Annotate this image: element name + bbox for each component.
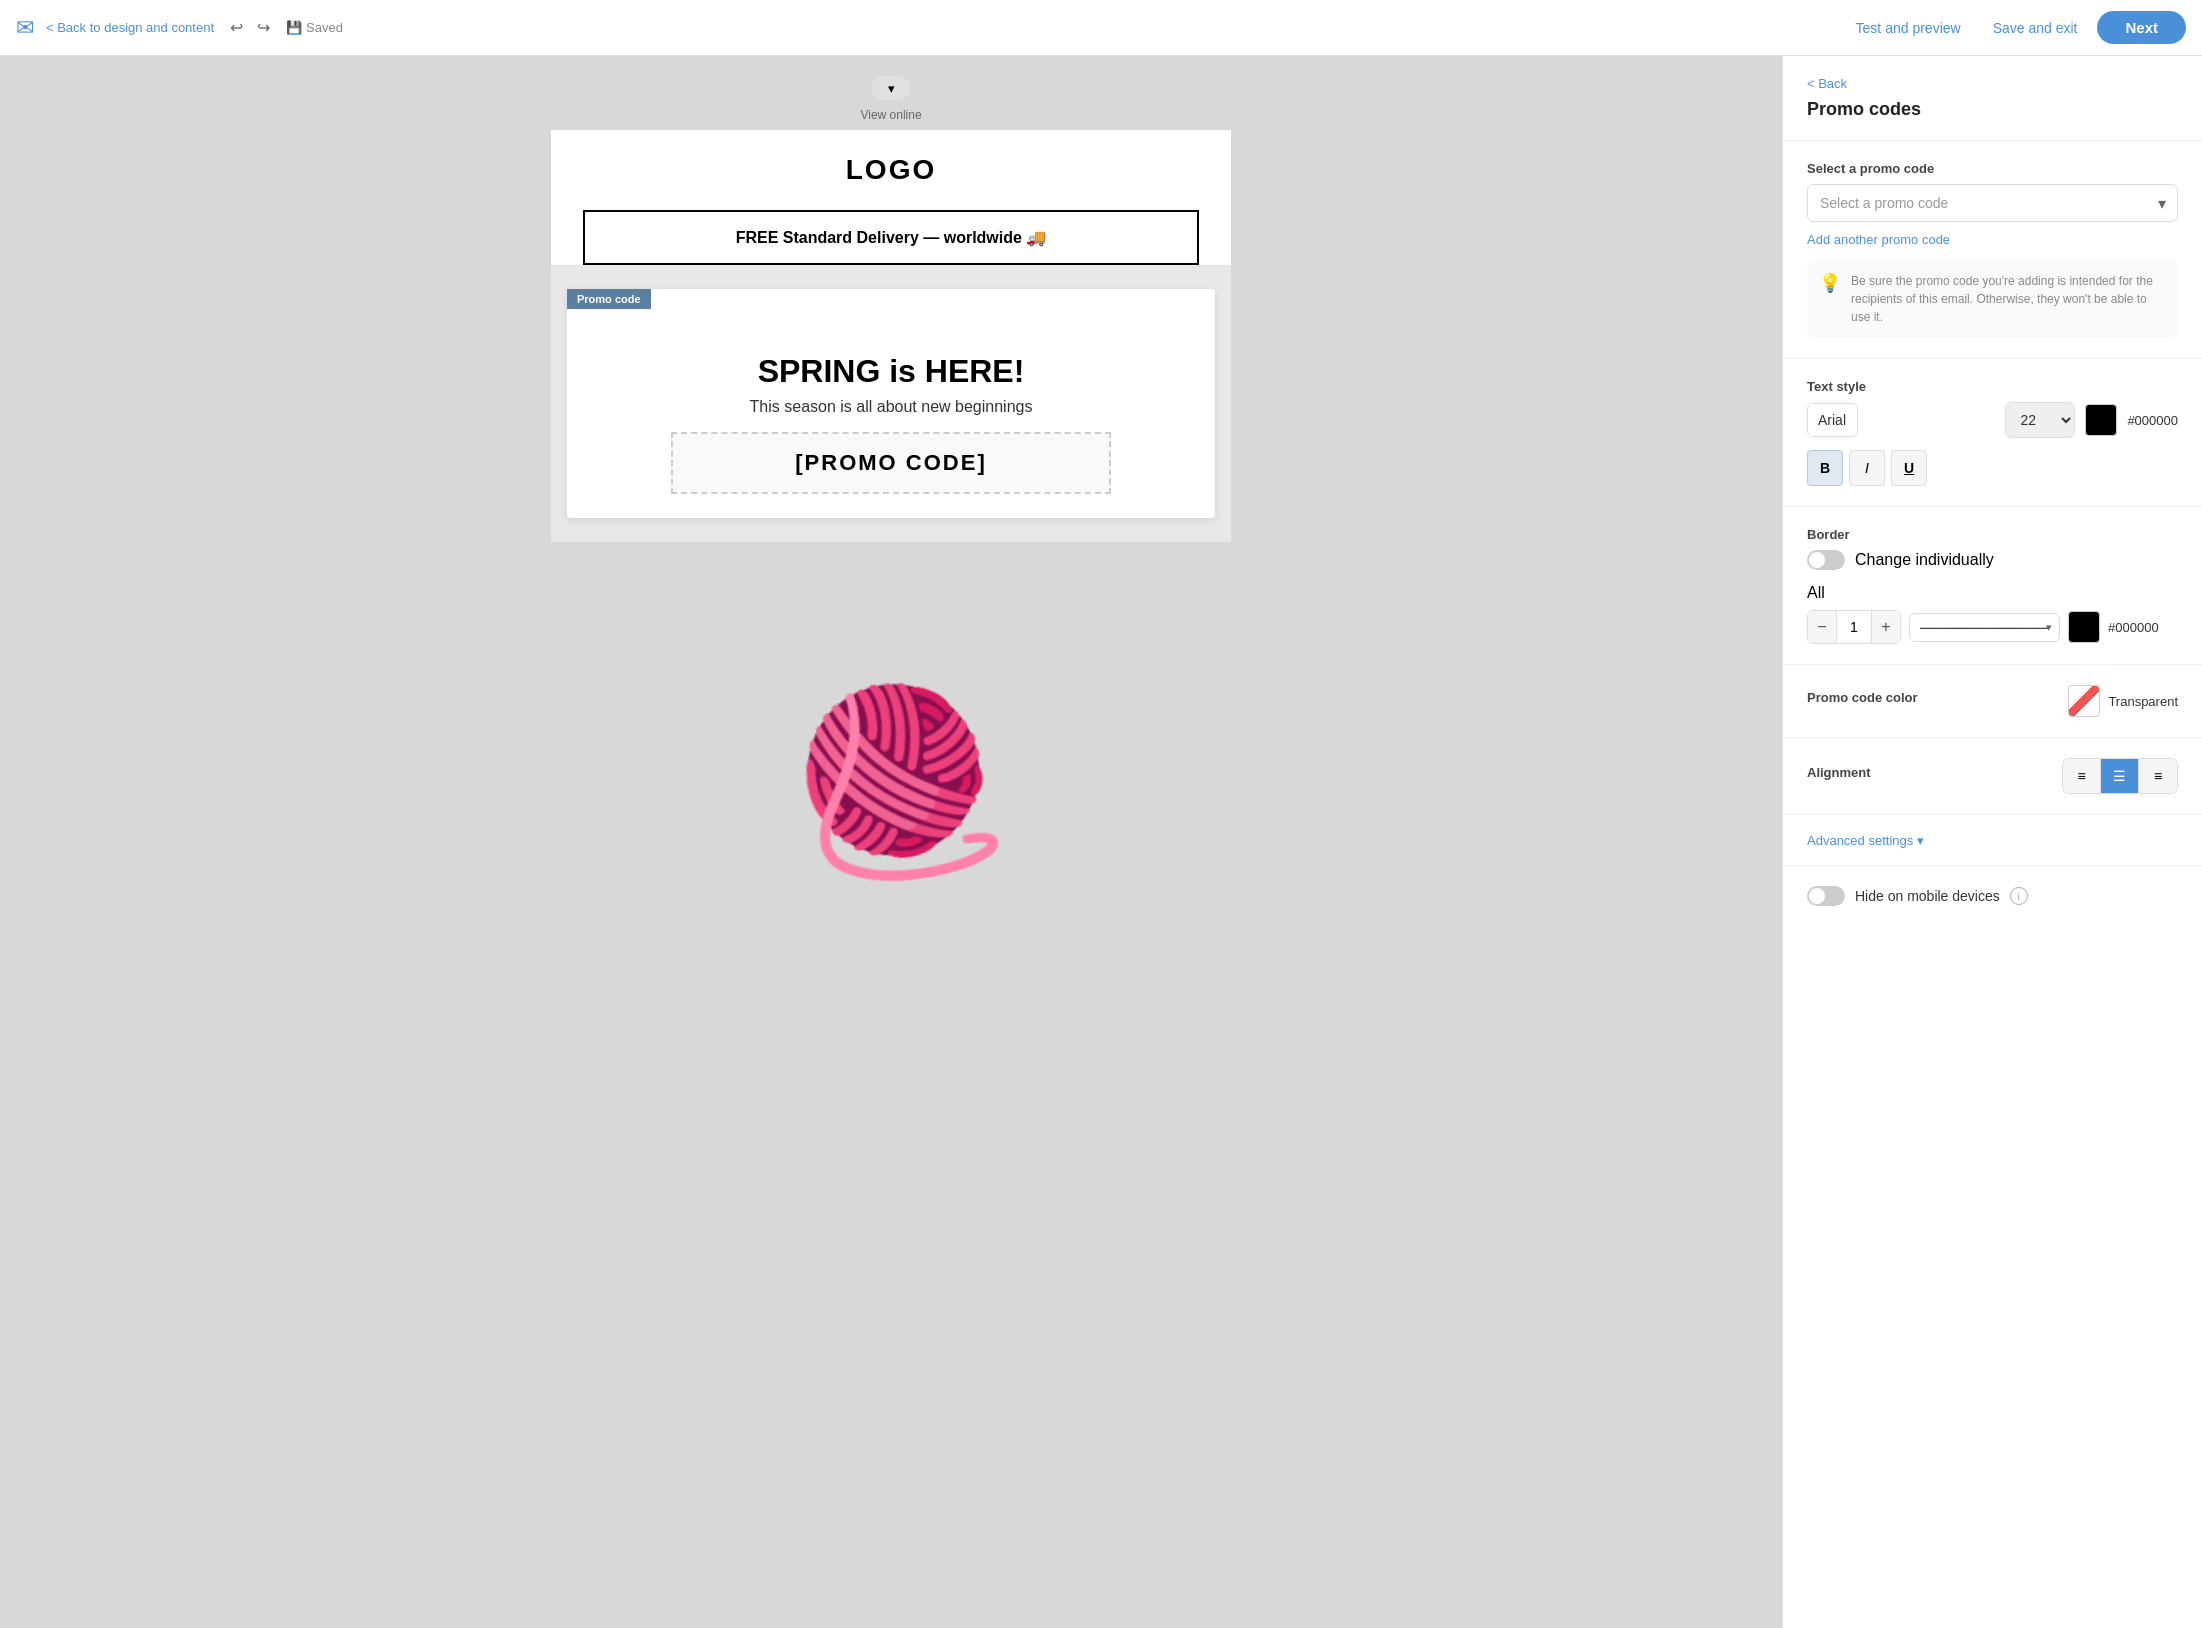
- change-individually-toggle[interactable]: [1807, 550, 1845, 570]
- font-select[interactable]: Arial: [1807, 403, 1858, 437]
- advanced-settings: Advanced settings ▾: [1783, 815, 2202, 866]
- font-size-select[interactable]: 22: [2005, 402, 2075, 438]
- email-icon: ✉: [16, 15, 34, 41]
- border-controls: − 1 + ────────────── - - - - - - - · · ·…: [1807, 610, 2159, 644]
- spring-heading: SPRING is HERE!: [591, 353, 1191, 390]
- border-label: Border: [1807, 527, 2178, 542]
- promo-tag: Promo code: [567, 289, 651, 309]
- border-stepper: − 1 +: [1807, 610, 1901, 644]
- promo-color-swatch[interactable]: [2068, 685, 2100, 717]
- promo-color-label: Promo code color: [1807, 690, 1918, 705]
- logo-text: LOGO: [575, 154, 1207, 186]
- promo-code-box[interactable]: [PROMO CODE]: [671, 432, 1111, 494]
- email-preview: LOGO FREE Standard Delivery — worldwide …: [551, 130, 1231, 942]
- alignment-section: Alignment ≡ ☰ ≡: [1783, 738, 2202, 815]
- font-row: Arial 22 #000000: [1807, 402, 2178, 438]
- border-section: Border Change individually All − 1 + ───…: [1783, 507, 2202, 665]
- align-center-button[interactable]: ☰: [2101, 759, 2139, 793]
- border-style-select[interactable]: ────────────── - - - - - - - · · · · · ·…: [1909, 613, 2060, 642]
- align-right-button[interactable]: ≡: [2139, 759, 2177, 793]
- redo-button[interactable]: ↪: [253, 14, 274, 41]
- border-increase-button[interactable]: +: [1872, 611, 1900, 643]
- undo-redo-group: ↩ ↪: [226, 14, 274, 41]
- topbar-right: Test and preview Save and exit Next: [1844, 11, 2186, 44]
- canvas-area: ▾ View online LOGO FREE Standard Deliver…: [0, 56, 1782, 1628]
- bold-button[interactable]: B: [1807, 450, 1843, 486]
- promo-select-section: Select a promo code Select a promo code …: [1783, 141, 2202, 359]
- alignment-buttons: ≡ ☰ ≡: [2062, 758, 2178, 794]
- season-subtitle: This season is all about new beginnings: [591, 398, 1191, 416]
- border-decrease-button[interactable]: −: [1808, 611, 1836, 643]
- saved-status: 💾 Saved: [286, 20, 343, 35]
- delivery-text: FREE Standard Delivery — worldwide 🚚: [736, 229, 1047, 246]
- save-icon: 💾: [286, 20, 302, 35]
- promo-color-controls: Transparent: [2068, 685, 2178, 717]
- test-preview-button[interactable]: Test and preview: [1844, 14, 1973, 42]
- collapse-button[interactable]: ▾: [871, 76, 911, 100]
- hint-box: 💡 Be sure the promo code you're adding i…: [1807, 260, 2178, 338]
- text-style-section: Text style Arial 22 #000000 B I U: [1783, 359, 2202, 507]
- border-style-wrapper: ────────────── - - - - - - - · · · · · ·…: [1909, 613, 2060, 642]
- text-style-label: Text style: [1807, 379, 2178, 394]
- border-color-swatch[interactable]: [2068, 611, 2100, 643]
- panel-title: Promo codes: [1807, 99, 2178, 120]
- mobile-section: Hide on mobile devices i: [1783, 866, 2202, 926]
- main-layout: ▾ View online LOGO FREE Standard Deliver…: [0, 56, 2202, 1628]
- info-icon[interactable]: i: [2010, 887, 2028, 905]
- panel-back-button[interactable]: < Back: [1807, 76, 2178, 91]
- back-to-design-link[interactable]: < Back to design and content: [46, 20, 214, 35]
- logo-section: LOGO: [551, 130, 1231, 210]
- panel-header: < Back Promo codes: [1783, 56, 2202, 141]
- sweater-image: 🧶: [770, 661, 1022, 902]
- topbar: ✉ < Back to design and content ↩ ↪ 💾 Sav…: [0, 0, 2202, 56]
- lightbulb-icon: 💡: [1819, 272, 1841, 294]
- topbar-left: ✉ < Back to design and content ↩ ↪ 💾 Sav…: [16, 14, 343, 41]
- promo-color-section: Promo code color Transparent: [1783, 665, 2202, 738]
- promo-card[interactable]: Promo code SPRING is HERE! This season i…: [567, 289, 1215, 518]
- alignment-row: Alignment ≡ ☰ ≡: [1807, 758, 2178, 794]
- promo-color-value: Transparent: [2108, 694, 2178, 709]
- advanced-settings-link[interactable]: Advanced settings ▾: [1807, 833, 1924, 848]
- alignment-label: Alignment: [1807, 765, 1871, 780]
- border-color-label: #000000: [2108, 620, 2159, 635]
- underline-button[interactable]: U: [1891, 450, 1927, 486]
- format-buttons: B I U: [1807, 450, 2178, 486]
- view-online-link[interactable]: View online: [860, 108, 921, 122]
- change-individually-label: Change individually: [1855, 551, 1994, 569]
- promo-select-wrapper: Select a promo code: [1807, 184, 2178, 222]
- align-left-button[interactable]: ≡: [2063, 759, 2101, 793]
- right-panel: < Back Promo codes Select a promo code S…: [1782, 56, 2202, 1628]
- add-promo-link[interactable]: Add another promo code: [1807, 232, 1950, 247]
- save-exit-button[interactable]: Save and exit: [1981, 14, 2090, 42]
- italic-button[interactable]: I: [1849, 450, 1885, 486]
- text-color-label: #000000: [2127, 413, 2178, 428]
- promo-color-row: Promo code color Transparent: [1807, 685, 2178, 717]
- hide-mobile-toggle[interactable]: [1807, 886, 1845, 906]
- hint-text: Be sure the promo code you're adding is …: [1851, 272, 2166, 326]
- all-label: All: [1807, 584, 1825, 602]
- promo-select[interactable]: Select a promo code: [1807, 184, 2178, 222]
- text-color-swatch[interactable]: [2085, 404, 2117, 436]
- hide-mobile-label: Hide on mobile devices: [1855, 888, 2000, 904]
- undo-button[interactable]: ↩: [226, 14, 247, 41]
- change-individually-row: Change individually: [1807, 550, 2178, 570]
- select-promo-label: Select a promo code: [1807, 161, 2178, 176]
- delivery-banner: FREE Standard Delivery — worldwide 🚚: [583, 210, 1199, 265]
- next-button[interactable]: Next: [2097, 11, 2186, 44]
- sweater-section: 🧶: [551, 542, 1231, 942]
- promo-code-text: [PROMO CODE]: [795, 450, 986, 475]
- border-value-input[interactable]: 1: [1836, 611, 1872, 643]
